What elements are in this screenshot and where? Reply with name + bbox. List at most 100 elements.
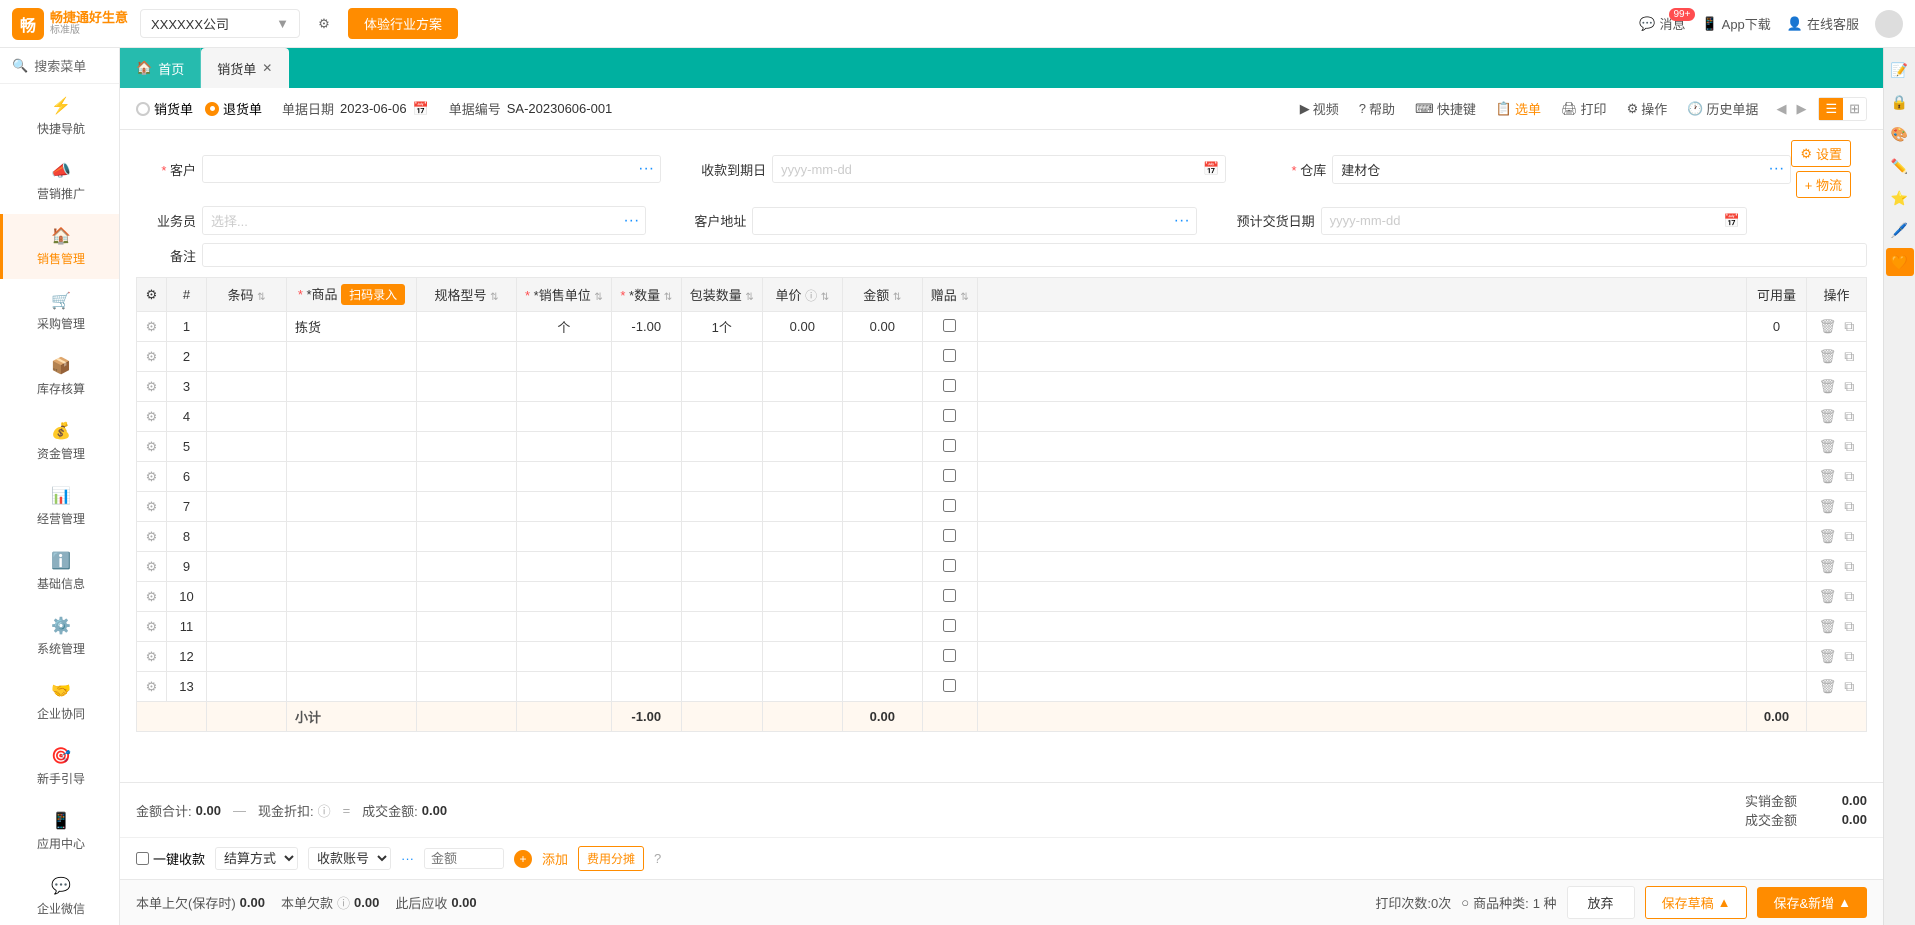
row-goods-12[interactable] — [287, 672, 417, 702]
sidebar-item-sales[interactable]: 🏠 销售管理 — [0, 214, 119, 279]
video-button[interactable]: ▶ 视频 — [1294, 96, 1345, 121]
row-pkg-5[interactable] — [681, 462, 762, 492]
row-barcode-3[interactable] — [207, 402, 287, 432]
row-delete-4[interactable]: 🗑 — [1817, 436, 1839, 457]
row-goods-3[interactable] — [287, 402, 417, 432]
row-goods-8[interactable] — [287, 552, 417, 582]
settlement-select[interactable]: 结算方式 — [215, 847, 298, 870]
row-gift-10[interactable] — [922, 612, 977, 642]
row-gift-9[interactable] — [922, 582, 977, 612]
amount-sort[interactable]: ⇅ — [893, 292, 901, 303]
row-settings-0[interactable]: ⚙ — [137, 312, 167, 342]
gear-icon[interactable]: ⚙ — [308, 8, 340, 40]
row-copy-11[interactable]: ⧉ — [1842, 646, 1856, 667]
total-owe-info[interactable]: ⓘ — [337, 893, 350, 912]
row-qty-0[interactable]: -1.00 — [611, 312, 681, 342]
row-settings-11[interactable]: ⚙ — [137, 642, 167, 672]
row-amount-3[interactable] — [842, 402, 922, 432]
tab-close-icon[interactable]: ✕ — [262, 61, 272, 75]
row-gift-4[interactable] — [922, 432, 977, 462]
row-goods-1[interactable] — [287, 342, 417, 372]
row-gift-8[interactable] — [922, 552, 977, 582]
row-unit-12[interactable] — [517, 672, 612, 702]
amount-input[interactable] — [424, 848, 504, 869]
sidebar-item-inventory[interactable]: 📦 库存核算 — [0, 344, 119, 409]
row-qty-9[interactable] — [611, 582, 681, 612]
tab-home[interactable]: 🏠 首页 — [120, 48, 201, 88]
row-amount-11[interactable] — [842, 642, 922, 672]
row-pkg-3[interactable] — [681, 402, 762, 432]
row-price-5[interactable] — [762, 462, 842, 492]
spec-sort[interactable]: ⇅ — [490, 292, 498, 303]
row-pkg-9[interactable] — [681, 582, 762, 612]
row-pkg-10[interactable] — [681, 612, 762, 642]
row-barcode-4[interactable] — [207, 432, 287, 462]
row-delete-10[interactable]: 🗑 — [1817, 616, 1839, 637]
row-price-11[interactable] — [762, 642, 842, 672]
view-grid-btn[interactable]: ⊞ — [1843, 98, 1866, 120]
row-price-4[interactable] — [762, 432, 842, 462]
online-service-button[interactable]: 👤 在线客服 — [1787, 14, 1859, 33]
calendar-icon[interactable]: 📅 — [413, 101, 429, 117]
next-arrow[interactable]: ▶ — [1792, 101, 1810, 117]
row-amount-0[interactable]: 0.00 — [842, 312, 922, 342]
row-spec-5[interactable] — [417, 462, 517, 492]
row-gift-11[interactable] — [922, 642, 977, 672]
row-amount-7[interactable] — [842, 522, 922, 552]
row-spec-1[interactable] — [417, 342, 517, 372]
row-delete-8[interactable]: 🗑 — [1817, 556, 1839, 577]
row-goods-6[interactable] — [287, 492, 417, 522]
row-settings-12[interactable]: ⚙ — [137, 672, 167, 702]
row-delete-0[interactable]: 🗑 — [1817, 316, 1839, 337]
row-goods-9[interactable] — [287, 582, 417, 612]
delivery-date-input[interactable]: yyyy-mm-dd 📅 — [1321, 207, 1747, 235]
notes-input[interactable] — [202, 243, 1867, 267]
row-unit-6[interactable] — [517, 492, 612, 522]
radio-sales-order[interactable]: 销货单 — [136, 99, 193, 118]
sidebar-item-purchase[interactable]: 🛒 采购管理 — [0, 279, 119, 344]
save-new-button[interactable]: 保存&新增 ▲ — [1757, 887, 1867, 918]
row-delete-3[interactable]: 🗑 — [1817, 406, 1839, 427]
row-qty-3[interactable] — [611, 402, 681, 432]
message-button[interactable]: 💬 消息 99+ — [1639, 14, 1685, 33]
print-button[interactable]: 🖨 打印 — [1555, 96, 1613, 121]
row-qty-6[interactable] — [611, 492, 681, 522]
row-settings-6[interactable]: ⚙ — [137, 492, 167, 522]
gift-sort[interactable]: ⇅ — [960, 292, 968, 303]
price-info[interactable]: ⓘ — [805, 289, 817, 303]
right-panel-star-icon[interactable]: ⭐ — [1886, 184, 1914, 212]
row-barcode-6[interactable] — [207, 492, 287, 522]
row-settings-3[interactable]: ⚙ — [137, 402, 167, 432]
row-delete-9[interactable]: 🗑 — [1817, 586, 1839, 607]
row-unit-5[interactable] — [517, 462, 612, 492]
right-panel-note-icon[interactable]: 📝 — [1886, 56, 1914, 84]
sidebar-item-basic[interactable]: ℹ️ 基础信息 — [0, 539, 119, 604]
row-amount-8[interactable] — [842, 552, 922, 582]
setting-button[interactable]: ⚙ 设置 — [1791, 140, 1851, 167]
row-barcode-11[interactable] — [207, 642, 287, 672]
row-barcode-0[interactable] — [207, 312, 287, 342]
row-spec-7[interactable] — [417, 522, 517, 552]
row-goods-4[interactable] — [287, 432, 417, 462]
row-copy-4[interactable]: ⧉ — [1842, 436, 1856, 457]
row-pkg-8[interactable] — [681, 552, 762, 582]
row-price-0[interactable]: 0.00 — [762, 312, 842, 342]
sidebar-item-marketing[interactable]: 📣 营销推广 — [0, 149, 119, 214]
row-spec-6[interactable] — [417, 492, 517, 522]
row-spec-3[interactable] — [417, 402, 517, 432]
view-list-btn[interactable]: ☰ — [1819, 98, 1843, 120]
customer-input[interactable]: ··· — [202, 155, 661, 183]
row-copy-2[interactable]: ⧉ — [1842, 376, 1856, 397]
tab-sales-order[interactable]: 销货单 ✕ — [201, 48, 289, 88]
row-settings-1[interactable]: ⚙ — [137, 342, 167, 372]
row-gift-3[interactable] — [922, 402, 977, 432]
row-spec-9[interactable] — [417, 582, 517, 612]
row-unit-0[interactable]: 个 — [517, 312, 612, 342]
sidebar-item-quick-nav[interactable]: ⚡ 快捷导航 — [0, 84, 119, 149]
row-delete-6[interactable]: 🗑 — [1817, 496, 1839, 517]
sidebar-item-finance[interactable]: 💰 资金管理 — [0, 409, 119, 474]
row-price-9[interactable] — [762, 582, 842, 612]
row-price-8[interactable] — [762, 552, 842, 582]
fee-split-info[interactable]: ? — [654, 851, 661, 866]
row-qty-1[interactable] — [611, 342, 681, 372]
